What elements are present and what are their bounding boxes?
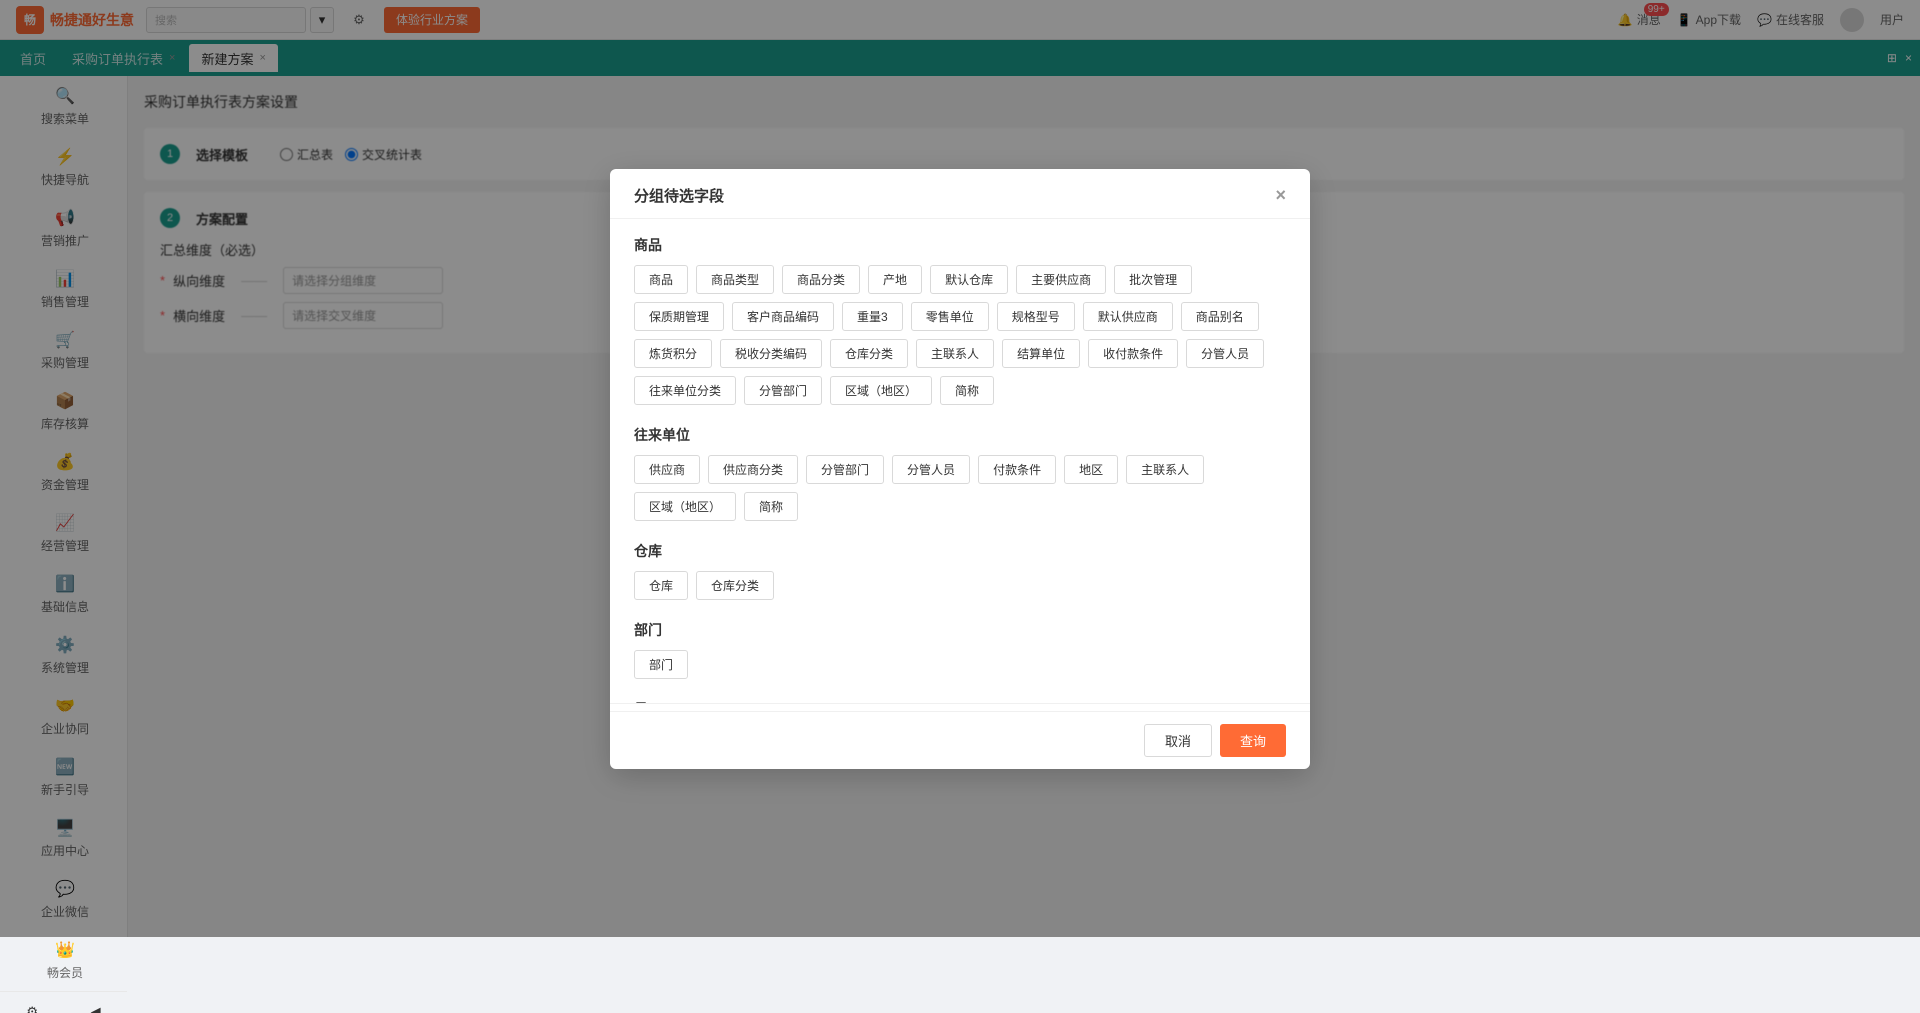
modal-footer: 取消 查询 bbox=[610, 711, 1310, 769]
field-tag[interactable]: 区域（地区） bbox=[634, 492, 736, 521]
product-field-tags: 商品 商品类型 商品分类 产地 默认仓库 主要供应商 批次管理 保质期管理 客户… bbox=[634, 265, 1286, 405]
partner-field-tags: 供应商 供应商分类 分管部门 分管人员 付款条件 地区 主联系人 区域（地区） … bbox=[634, 455, 1286, 521]
field-tag[interactable]: 商品分类 bbox=[782, 265, 860, 294]
warehouse-field-tags: 仓库 仓库分类 bbox=[634, 571, 1286, 600]
field-tag[interactable]: 收付款条件 bbox=[1088, 339, 1178, 368]
modal-confirm-button[interactable]: 查询 bbox=[1220, 724, 1286, 757]
field-tag[interactable]: 部门 bbox=[634, 650, 688, 679]
modal-close-button[interactable]: × bbox=[1275, 185, 1286, 206]
field-tag[interactable]: 主要供应商 bbox=[1016, 265, 1106, 294]
modal-title: 分组待选字段 bbox=[634, 185, 724, 206]
modal-overlay: 分组待选字段 × 商品 商品 商品类型 商品分类 产地 默认仓库 主要供应商 批… bbox=[0, 0, 1920, 937]
field-tag[interactable]: 结算单位 bbox=[1002, 339, 1080, 368]
field-select-modal: 分组待选字段 × 商品 商品 商品类型 商品分类 产地 默认仓库 主要供应商 批… bbox=[610, 169, 1310, 769]
field-tag[interactable]: 主联系人 bbox=[1126, 455, 1204, 484]
section-partner-title: 往来单位 bbox=[634, 425, 1286, 445]
field-tag[interactable]: 炼货积分 bbox=[634, 339, 712, 368]
modal-cancel-button[interactable]: 取消 bbox=[1144, 724, 1212, 757]
modal-header: 分组待选字段 × bbox=[610, 169, 1310, 219]
field-tag[interactable]: 供应商分类 bbox=[708, 455, 798, 484]
department-field-tags: 部门 bbox=[634, 650, 1286, 679]
field-tag[interactable]: 仓库分类 bbox=[696, 571, 774, 600]
field-tag[interactable]: 商品类型 bbox=[696, 265, 774, 294]
field-tag[interactable]: 零售单位 bbox=[911, 302, 989, 331]
field-tag[interactable]: 分管人员 bbox=[892, 455, 970, 484]
field-tag[interactable]: 主联系人 bbox=[916, 339, 994, 368]
field-tag[interactable]: 客户商品编码 bbox=[732, 302, 834, 331]
section-department-title: 部门 bbox=[634, 620, 1286, 640]
field-tag[interactable]: 规格型号 bbox=[997, 302, 1075, 331]
modal-body: 商品 商品 商品类型 商品分类 产地 默认仓库 主要供应商 批次管理 保质期管理… bbox=[610, 219, 1310, 704]
field-tag[interactable]: 默认仓库 bbox=[930, 265, 1008, 294]
section-partner: 往来单位 供应商 供应商分类 分管部门 分管人员 付款条件 地区 主联系人 区域… bbox=[634, 425, 1286, 521]
field-tag[interactable]: 仓库 bbox=[634, 571, 688, 600]
field-tag[interactable]: 分管部门 bbox=[744, 376, 822, 405]
field-tag[interactable]: 付款条件 bbox=[978, 455, 1056, 484]
field-tag[interactable]: 往来单位分类 bbox=[634, 376, 736, 405]
field-tag[interactable]: 简称 bbox=[940, 376, 994, 405]
section-warehouse: 仓库 仓库 仓库分类 bbox=[634, 541, 1286, 600]
field-tag[interactable]: 商品别名 bbox=[1181, 302, 1259, 331]
field-tag[interactable]: 商品 bbox=[634, 265, 688, 294]
field-tag[interactable]: 重量3 bbox=[842, 302, 903, 331]
field-tag[interactable]: 分管部门 bbox=[806, 455, 884, 484]
field-tag[interactable]: 批次管理 bbox=[1114, 265, 1192, 294]
field-tag[interactable]: 区域（地区） bbox=[830, 376, 932, 405]
field-tag[interactable]: 简称 bbox=[744, 492, 798, 521]
field-tag[interactable]: 仓库分类 bbox=[830, 339, 908, 368]
field-tag[interactable]: 分管人员 bbox=[1186, 339, 1264, 368]
field-tag[interactable]: 产地 bbox=[868, 265, 922, 294]
modal-horizontal-scrollbar[interactable] bbox=[610, 703, 1310, 710]
field-tag[interactable]: 默认供应商 bbox=[1083, 302, 1173, 331]
section-warehouse-title: 仓库 bbox=[634, 541, 1286, 561]
section-product-title: 商品 bbox=[634, 235, 1286, 255]
section-department: 部门 部门 bbox=[634, 620, 1286, 679]
field-tag[interactable]: 地区 bbox=[1064, 455, 1118, 484]
section-product: 商品 商品 商品类型 商品分类 产地 默认仓库 主要供应商 批次管理 保质期管理… bbox=[634, 235, 1286, 405]
field-tag[interactable]: 保质期管理 bbox=[634, 302, 724, 331]
field-tag[interactable]: 供应商 bbox=[634, 455, 700, 484]
field-tag[interactable]: 税收分类编码 bbox=[720, 339, 822, 368]
